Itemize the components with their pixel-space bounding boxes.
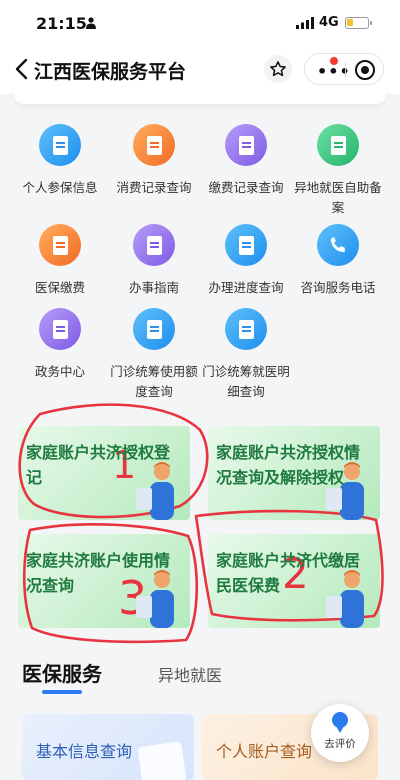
review-button[interactable]: 去评价 — [311, 704, 369, 762]
grid-item-label: 消费记录查询 — [116, 180, 192, 195]
favorite-button[interactable] — [264, 55, 292, 83]
tab-medical-insurance-services[interactable]: 医保服务 — [22, 658, 102, 687]
review-label: 去评价 — [324, 738, 356, 750]
card-basic-info-query[interactable]: 基本信息查询 — [22, 714, 194, 780]
grid-item-service-guide[interactable]: 办事指南 — [104, 224, 204, 298]
close-miniprogram-icon[interactable] — [355, 60, 375, 80]
government-icon — [39, 308, 81, 350]
grid-item-outpatient-quota[interactable]: 门诊统筹使用额度查询 — [104, 308, 204, 402]
card-label: 家庭账户共济授权情况查询及解除授权 — [216, 443, 361, 487]
section-tabs: 医保服务 异地就医 — [0, 650, 400, 700]
card-family-account-usage[interactable]: 家庭共济账户使用情况查询 — [18, 534, 190, 628]
grid-item-label: 办理进度查询 — [208, 280, 284, 295]
back-arrow-icon[interactable] — [12, 58, 32, 80]
document-icon — [39, 124, 81, 166]
grid-item-outpatient-detail[interactable]: 门诊统筹就医明细查询 — [196, 308, 296, 402]
document-icon — [133, 308, 175, 350]
miniprogram-capsule: ••• — [304, 53, 384, 85]
card-label: 个人账户查询 — [216, 742, 313, 761]
card-label: 家庭共济账户使用情况查询 — [26, 551, 171, 595]
grid-item-remote-medical-filing[interactable]: 异地就医自助备案 — [288, 124, 388, 218]
person-icon — [86, 17, 96, 29]
card-family-authorization-register[interactable]: 家庭账户共济授权登记 — [18, 426, 190, 520]
phone-glyph — [330, 237, 345, 253]
grid-item-label: 政务中心 — [34, 364, 85, 379]
notification-dot — [330, 57, 338, 65]
phone-icon — [317, 224, 359, 266]
grid-item-government-center[interactable]: 政务中心 — [10, 308, 110, 382]
card-family-authorization-query[interactable]: 家庭账户共济授权情况查询及解除授权 — [208, 426, 380, 520]
grid-item-label: 办事指南 — [128, 280, 179, 295]
grid-item-insurance-payment[interactable]: 医保缴费 — [10, 224, 110, 298]
card-label: 家庭账户共济授权登记 — [26, 443, 171, 487]
grid-item-label: 医保缴费 — [34, 280, 85, 295]
grid-item-progress-query[interactable]: 办理进度查询 — [196, 224, 296, 298]
grid-item-label: 缴费记录查询 — [208, 180, 284, 195]
document-illustration-icon — [137, 741, 187, 780]
page-title: 江西医保服务平台 — [34, 61, 187, 83]
medal-icon — [332, 712, 348, 733]
star-icon — [270, 61, 286, 77]
card-label: 家庭账户共济代缴居民医保费 — [216, 551, 361, 595]
payment-record-icon — [225, 124, 267, 166]
top-card-bottom-edge — [14, 86, 386, 104]
battery-icon — [345, 17, 372, 29]
card-family-proxy-payment[interactable]: 家庭账户共济代缴居民医保费 — [208, 534, 380, 628]
guide-icon — [133, 224, 175, 266]
active-tab-indicator — [42, 690, 82, 694]
grid-item-payment-record[interactable]: 缴费记录查询 — [196, 124, 296, 198]
grid-item-consultation-phone[interactable]: 咨询服务电话 — [288, 224, 388, 298]
card-label: 基本信息查询 — [36, 742, 133, 761]
signal-icon — [296, 17, 314, 29]
grid-item-label: 门诊统筹使用额度查询 — [110, 364, 198, 399]
receipt-icon — [133, 124, 175, 166]
document-icon — [225, 308, 267, 350]
receipt-icon — [39, 224, 81, 266]
grid-item-personal-insurance-info[interactable]: 个人参保信息 — [10, 124, 110, 198]
status-time: 21:15 — [36, 14, 87, 33]
grid-item-label: 咨询服务电话 — [300, 280, 376, 295]
grid-item-label: 门诊统筹就医明细查询 — [202, 364, 290, 399]
grid-item-label: 个人参保信息 — [22, 180, 98, 195]
network-type: 4G — [319, 15, 339, 30]
document-icon — [225, 224, 267, 266]
tab-remote-medical[interactable]: 异地就医 — [158, 662, 222, 686]
grid-item-label: 异地就医自助备案 — [294, 180, 382, 215]
status-bar: 21:15 4G — [0, 0, 400, 44]
location-document-icon — [317, 124, 359, 166]
capsule-divider — [345, 62, 346, 78]
grid-item-consumption-record[interactable]: 消费记录查询 — [104, 124, 204, 198]
